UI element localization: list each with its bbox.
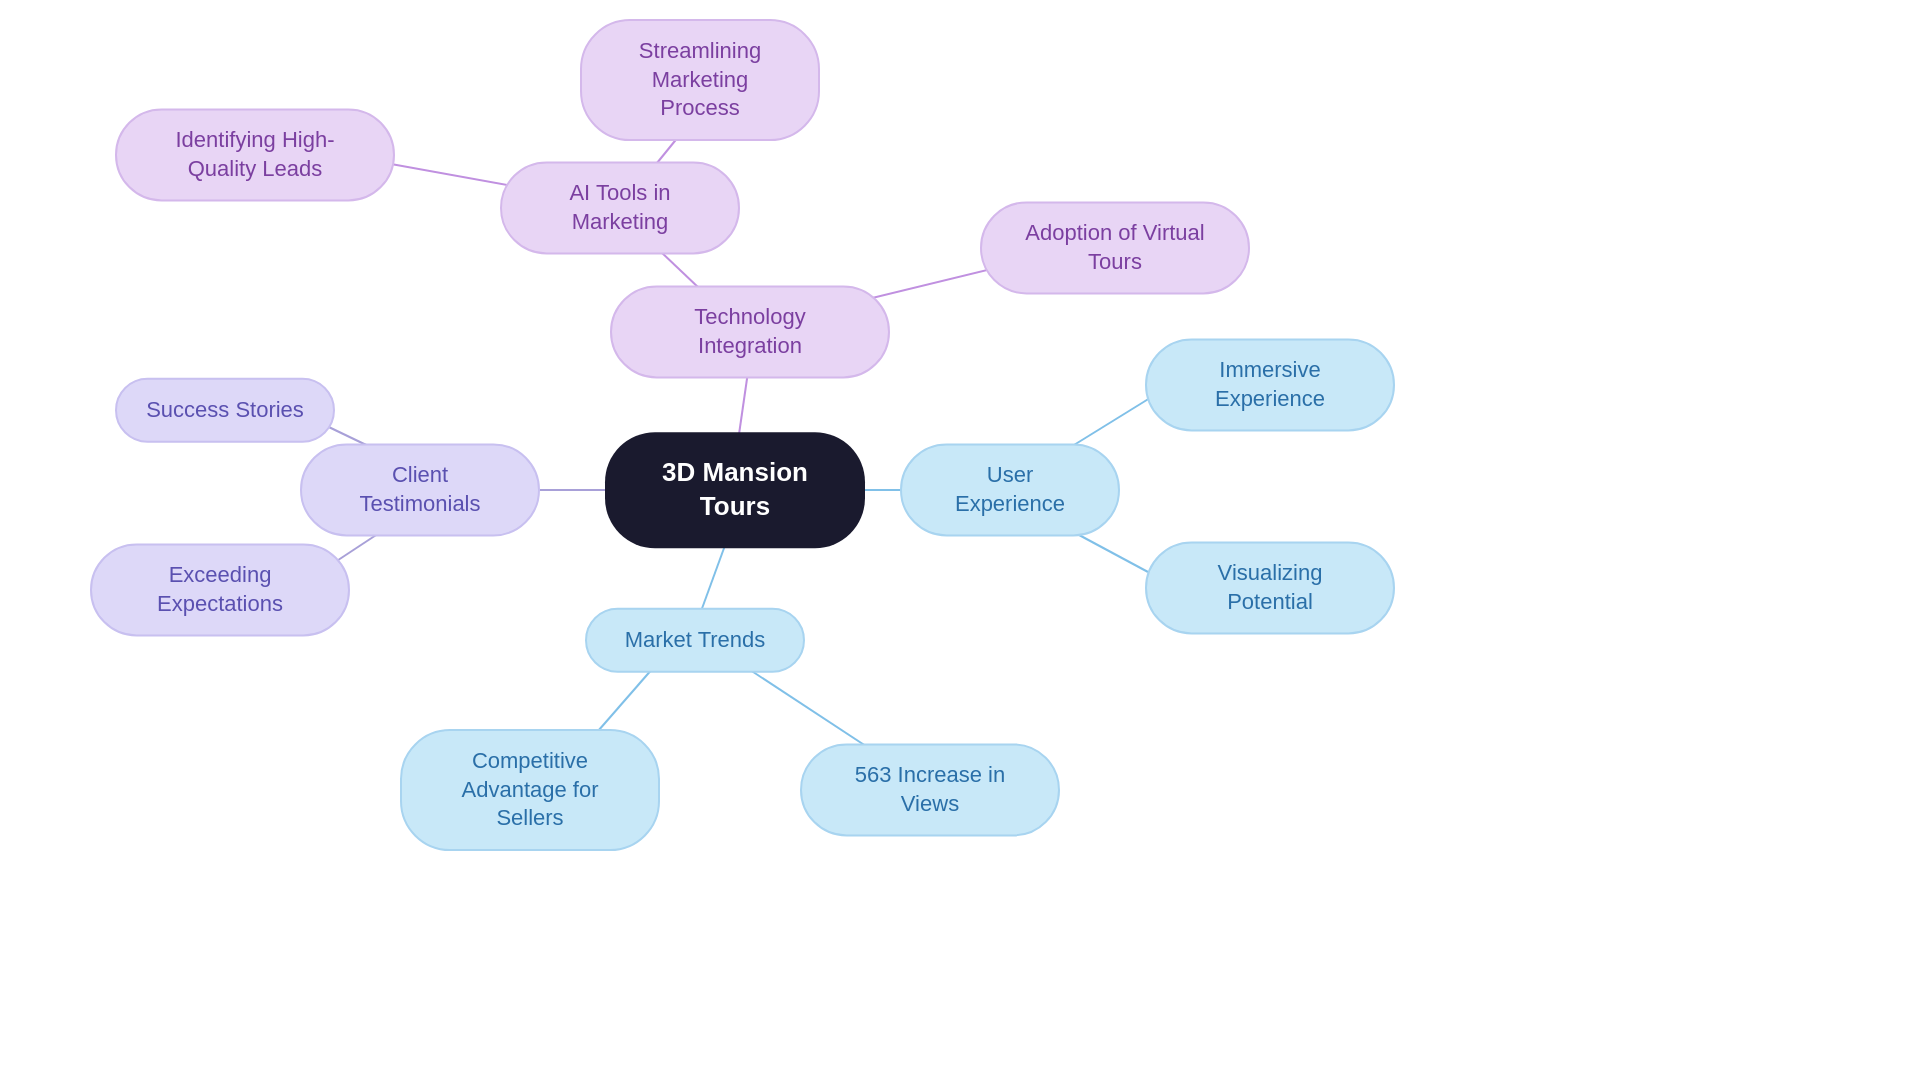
technology-integration-node: Technology Integration <box>610 285 890 378</box>
visualizing-potential-node: Visualizing Potential <box>1145 541 1395 634</box>
line-increase <box>738 662 878 754</box>
user-experience-node: User Experience <box>900 443 1120 536</box>
immersive-experience-node: Immersive Experience <box>1145 338 1395 431</box>
adoption-node: Adoption of Virtual Tours <box>980 201 1250 294</box>
streamlining-node: Streamlining Marketing Process <box>580 19 820 141</box>
market-trends-node: Market Trends <box>585 608 805 673</box>
increase-in-views-node: 563 Increase in Views <box>800 743 1060 836</box>
competitive-advantage-node: Competitive Advantage for Sellers <box>400 729 660 851</box>
exceeding-expectations-node: Exceeding Expectations <box>90 543 350 636</box>
success-stories-node: Success Stories <box>115 378 335 443</box>
center-node: 3D Mansion Tours <box>605 432 865 548</box>
client-testimonials-node: Client Testimonials <box>300 443 540 536</box>
identifying-node: Identifying High-Quality Leads <box>115 108 395 201</box>
ai-tools-node: AI Tools in Marketing <box>500 161 740 254</box>
